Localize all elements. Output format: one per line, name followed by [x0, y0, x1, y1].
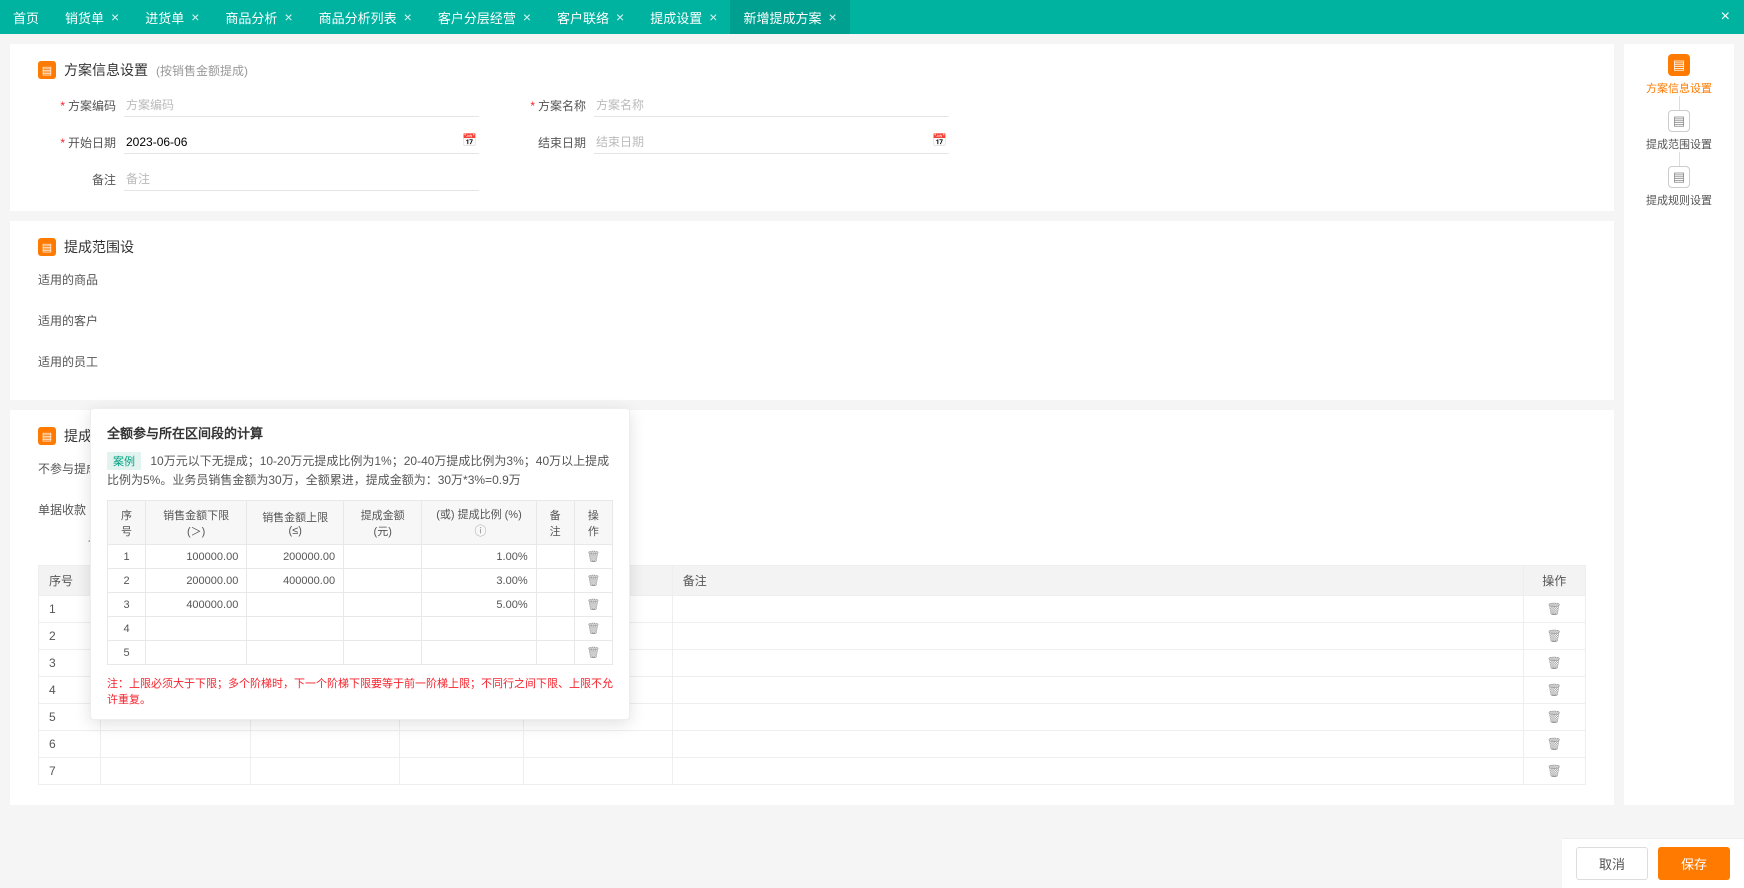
- trash-icon[interactable]: 🗑: [1547, 764, 1562, 778]
- close-icon[interactable]: ×: [284, 9, 292, 25]
- table-row[interactable]: 6🗑: [39, 731, 1586, 758]
- panel-icon: ▤: [38, 61, 56, 79]
- trash-icon[interactable]: 🗑: [1547, 737, 1562, 751]
- remark-label: 备注: [38, 171, 116, 188]
- trash-icon[interactable]: 🗑: [586, 599, 600, 611]
- end-label: 结束日期: [508, 134, 586, 151]
- tooltip-table-row: 4🗑: [108, 617, 613, 641]
- anchor-nav: ▤ 方案信息设置 ▤ 提成范围设置 ▤ 提成规则设置: [1624, 44, 1734, 805]
- close-icon[interactable]: ×: [404, 9, 412, 25]
- code-label: *方案编码: [38, 97, 116, 114]
- close-all-icon[interactable]: ×: [1707, 0, 1744, 34]
- name-input[interactable]: [594, 94, 949, 117]
- close-icon[interactable]: ×: [616, 9, 624, 25]
- panel-scope: ▤ 提成范围设 适用的商品 适用的客户 适用的员工: [10, 221, 1614, 400]
- footer-actions: 取消 保存: [1562, 838, 1744, 888]
- scope-products-label: 适用的商品: [38, 271, 1586, 288]
- trash-icon[interactable]: 🗑: [586, 623, 600, 635]
- doc-icon: ▤: [1668, 166, 1690, 188]
- trash-icon[interactable]: 🗑: [1547, 710, 1562, 724]
- nav-step-scope[interactable]: ▤ 提成范围设置: [1646, 110, 1712, 152]
- tooltip-note: 注：上限必须大于下限；多个阶梯时，下一个阶梯下限要等于前一阶梯上限；不同行之间下…: [107, 675, 613, 707]
- calendar-icon[interactable]: 📅: [462, 133, 477, 147]
- nav-step-rule[interactable]: ▤ 提成规则设置: [1646, 166, 1712, 208]
- tab-new-commission[interactable]: 新增提成方案×: [730, 0, 849, 34]
- table-row[interactable]: 7🗑: [39, 758, 1586, 785]
- trash-icon[interactable]: 🗑: [586, 647, 600, 659]
- nav-step-info[interactable]: ▤ 方案信息设置: [1646, 54, 1712, 96]
- tab-sales[interactable]: 销货单×: [52, 0, 132, 34]
- start-date-input[interactable]: [124, 131, 479, 154]
- tab-purchase[interactable]: 进货单×: [132, 0, 212, 34]
- panel-title: 方案信息设置: [64, 60, 148, 80]
- tooltip-table: 序号 销售金额下限 (＞) 销售金额上限 (≤) 提成金额 (元) (或) 提成…: [107, 500, 613, 665]
- tooltip-table-row: 3400000.005.00%🗑: [108, 593, 613, 617]
- scope-customers-label: 适用的客户: [38, 312, 1586, 329]
- tab-customer-tier[interactable]: 客户分层经营×: [425, 0, 544, 34]
- cancel-button[interactable]: 取消: [1576, 847, 1648, 880]
- tab-product-analysis-list[interactable]: 商品分析列表×: [306, 0, 425, 34]
- tab-commission-setting[interactable]: 提成设置×: [637, 0, 730, 34]
- close-icon[interactable]: ×: [709, 9, 717, 25]
- panel-icon: ▤: [38, 238, 56, 256]
- panel-icon: ▤: [38, 427, 56, 445]
- tooltip-card: 全额参与所在区间段的计算 案例 10万元以下无提成；10-20万元提成比例为1%…: [90, 408, 630, 720]
- tooltip-table-row: 1100000.00200000.001.00%🗑: [108, 545, 613, 569]
- example-tag: 案例: [107, 452, 141, 470]
- tooltip-title: 全额参与所在区间段的计算: [107, 423, 613, 442]
- close-icon[interactable]: ×: [828, 9, 836, 25]
- trash-icon[interactable]: 🗑: [1547, 683, 1562, 697]
- close-icon[interactable]: ×: [111, 9, 119, 25]
- tab-home[interactable]: 首页: [0, 0, 52, 34]
- doc-icon: ▤: [1668, 54, 1690, 76]
- code-input[interactable]: [124, 94, 479, 117]
- example-text: 10万元以下无提成；10-20万元提成比例为1%；20-40万提成比例为3%；4…: [107, 454, 609, 487]
- panel-info: ▤ 方案信息设置 (按销售金额提成) *方案编码 *方案名称 *开始日期: [10, 44, 1614, 211]
- calendar-icon[interactable]: 📅: [932, 133, 947, 147]
- panel-hint: (按销售金额提成): [156, 62, 248, 79]
- trash-icon[interactable]: 🗑: [1547, 602, 1562, 616]
- scope-staff-label: 适用的员工: [38, 353, 1586, 370]
- trash-icon[interactable]: 🗑: [1547, 629, 1562, 643]
- save-button[interactable]: 保存: [1658, 847, 1730, 880]
- doc-icon: ▤: [1668, 110, 1690, 132]
- close-icon[interactable]: ×: [523, 9, 531, 25]
- panel-rule: ▤ 提成规则设 不参与提成 单据收款 计算规则 固定比例 区间超额提 区间全额提…: [10, 410, 1614, 805]
- tab-customer-contact[interactable]: 客户联络×: [544, 0, 637, 34]
- start-label: *开始日期: [38, 134, 116, 151]
- close-icon[interactable]: ×: [191, 9, 199, 25]
- panel-title: 提成范围设: [64, 237, 134, 257]
- end-date-input[interactable]: [594, 131, 949, 154]
- trash-icon[interactable]: 🗑: [1547, 656, 1562, 670]
- tooltip-table-row: 5🗑: [108, 641, 613, 665]
- tab-product-analysis[interactable]: 商品分析×: [212, 0, 305, 34]
- tooltip-table-row: 2200000.00400000.003.00%🗑: [108, 569, 613, 593]
- trash-icon[interactable]: 🗑: [586, 551, 600, 563]
- name-label: *方案名称: [508, 97, 586, 114]
- tab-bar: 首页 销货单× 进货单× 商品分析× 商品分析列表× 客户分层经营× 客户联络×…: [0, 0, 1744, 34]
- info-icon: ⓘ: [474, 524, 486, 538]
- remark-input[interactable]: [124, 168, 479, 191]
- trash-icon[interactable]: 🗑: [586, 575, 600, 587]
